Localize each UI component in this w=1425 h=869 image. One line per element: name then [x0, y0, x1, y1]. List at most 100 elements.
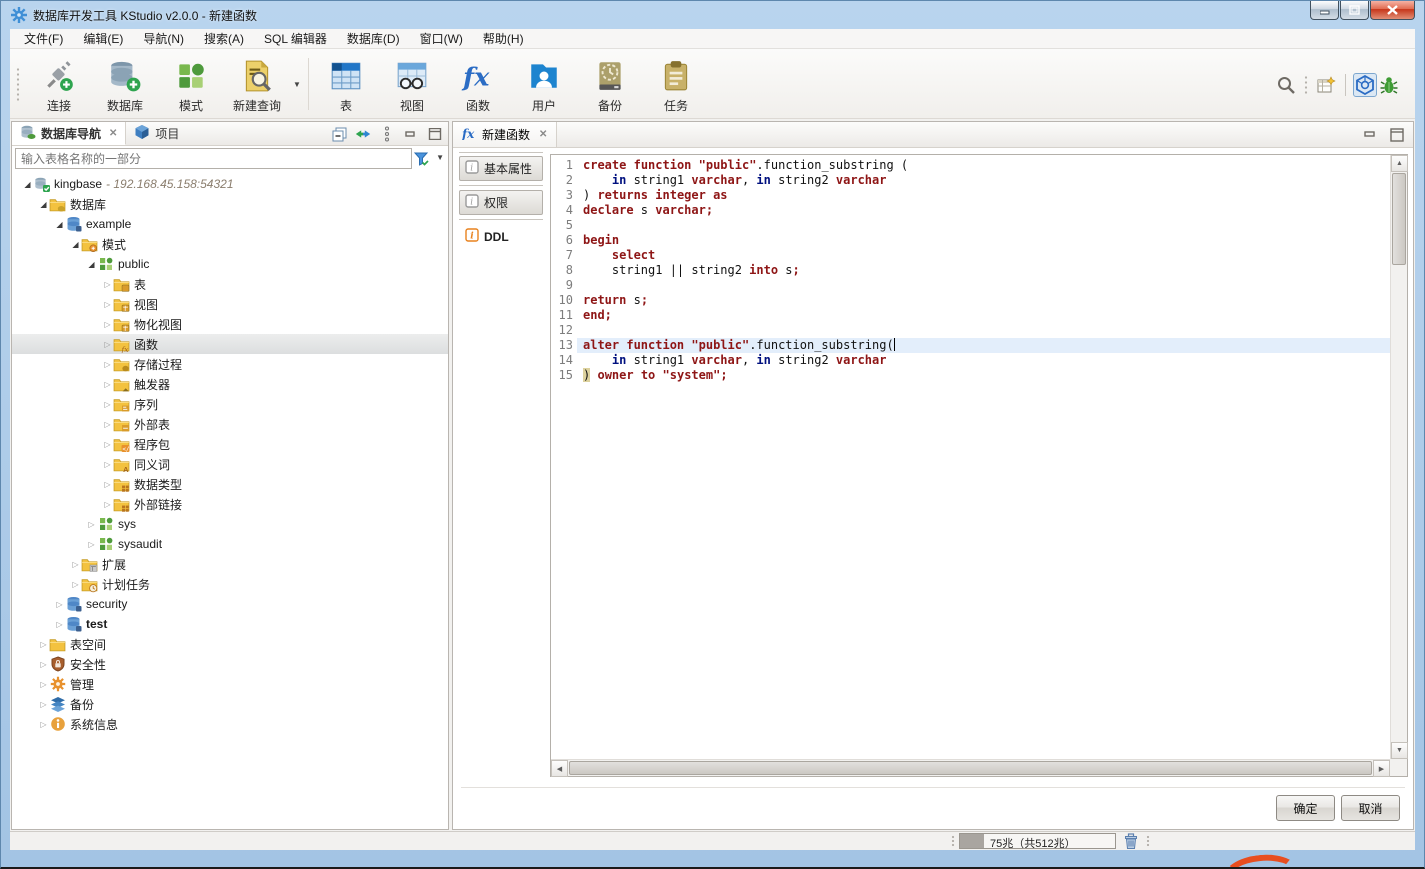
- collapse-arrow-icon[interactable]: ◢: [54, 220, 65, 229]
- code-line-10[interactable]: 10 return s;: [551, 293, 1390, 308]
- menu-6[interactable]: 数据库(D): [337, 27, 410, 50]
- code-line-2[interactable]: 2 in string1 varchar, in string2 varchar: [551, 173, 1390, 188]
- status-drag-handle[interactable]: [951, 835, 955, 848]
- tab-close-icon[interactable]: ✕: [109, 128, 117, 139]
- scroll-up-icon[interactable]: ▲: [1391, 155, 1408, 172]
- tree-item-sysaudit[interactable]: ▷ sysaudit: [12, 534, 448, 554]
- props-button-privileges[interactable]: i 权限: [459, 190, 543, 215]
- tree-item-security[interactable]: ▷ security: [12, 594, 448, 614]
- toolbar-table-button[interactable]: 表: [313, 53, 379, 115]
- menu-7[interactable]: 窗口(W): [410, 27, 473, 50]
- collapse-all-icon[interactable]: [330, 125, 348, 143]
- scroll-right-icon[interactable]: ▶: [1373, 760, 1390, 777]
- maximize-icon[interactable]: [426, 125, 444, 143]
- menu-8[interactable]: 帮助(H): [473, 27, 534, 50]
- filter-funnel-icon[interactable]: [413, 150, 430, 167]
- collapse-arrow-icon[interactable]: ◢: [22, 180, 33, 189]
- scroll-left-icon[interactable]: ◀: [551, 760, 568, 777]
- close-button[interactable]: [1370, 1, 1415, 20]
- tab-new-function[interactable]: fx 新建函数 ✕: [453, 122, 558, 147]
- code-line-12[interactable]: 12: [551, 323, 1390, 338]
- tree-item-kingbase[interactable]: ◢ kingbase - 192.168.45.158:54321: [12, 174, 448, 194]
- tree-item-序列[interactable]: ▷ 序列: [12, 394, 448, 414]
- expand-arrow-icon[interactable]: ▷: [102, 340, 113, 349]
- props-button-ddl[interactable]: i DDL: [459, 224, 543, 249]
- open-perspective-icon[interactable]: [1314, 73, 1338, 97]
- toolbar-backup-button[interactable]: 备份: [577, 53, 643, 115]
- tree-item-表空间[interactable]: ▷ 表空间: [12, 634, 448, 654]
- code-line-7[interactable]: 7 select: [551, 248, 1390, 263]
- menu-2[interactable]: 编辑(E): [73, 27, 133, 50]
- titlebar[interactable]: 数据库开发工具 KStudio v2.0.0 - 新建函数: [1, 1, 1424, 29]
- menu-1[interactable]: 文件(F): [14, 27, 73, 50]
- tab-close-icon[interactable]: ✕: [539, 129, 547, 140]
- tree-item-管理[interactable]: ▷ 管理: [12, 674, 448, 694]
- tab-database-navigator[interactable]: 数据库导航 ✕: [12, 122, 127, 145]
- editor-minimize-icon[interactable]: [1363, 128, 1379, 142]
- toolbar-view-button[interactable]: 视图: [379, 53, 445, 115]
- toolbar-function-button[interactable]: fx 函数: [445, 53, 511, 115]
- code-line-5[interactable]: 5: [551, 218, 1390, 233]
- tree-item-外部表[interactable]: ▷ 外部表: [12, 414, 448, 434]
- editor-maximize-icon[interactable]: [1389, 128, 1405, 142]
- expand-arrow-icon[interactable]: ▷: [38, 680, 49, 689]
- expand-arrow-icon[interactable]: ▷: [38, 640, 49, 649]
- minimize-icon[interactable]: [402, 125, 420, 143]
- expand-arrow-icon[interactable]: ▷: [70, 560, 81, 569]
- collapse-arrow-icon[interactable]: ◢: [38, 200, 49, 209]
- table-filter-input[interactable]: [15, 148, 412, 169]
- expand-arrow-icon[interactable]: ▷: [86, 540, 97, 549]
- search-icon[interactable]: [1274, 73, 1298, 97]
- code-line-9[interactable]: 9: [551, 278, 1390, 293]
- tree-item-表[interactable]: ▷ 表: [12, 274, 448, 294]
- expand-arrow-icon[interactable]: ▷: [102, 500, 113, 509]
- tree-item-public[interactable]: ◢ public: [12, 254, 448, 274]
- sql-editor[interactable]: 1 create function "public".function_subst…: [550, 154, 1408, 777]
- vscroll-thumb[interactable]: [1392, 173, 1406, 265]
- code-line-11[interactable]: 11 end;: [551, 308, 1390, 323]
- tree-item-sys[interactable]: ▷ sys: [12, 514, 448, 534]
- expand-arrow-icon[interactable]: ▷: [102, 440, 113, 449]
- tree-item-数据类型[interactable]: ▷ 数据类型: [12, 474, 448, 494]
- code-line-6[interactable]: 6 begin: [551, 233, 1390, 248]
- link-editor-icon[interactable]: [354, 125, 372, 143]
- garbage-collect-icon[interactable]: [1123, 833, 1141, 850]
- tree-item-安全性[interactable]: ▷ 安全性: [12, 654, 448, 674]
- tree-item-数据库[interactable]: ◢ 数据库: [12, 194, 448, 214]
- collapse-arrow-icon[interactable]: ◢: [86, 260, 97, 269]
- toolbar-task-button[interactable]: 任务: [643, 53, 709, 115]
- expand-arrow-icon[interactable]: ▷: [102, 480, 113, 489]
- expand-arrow-icon[interactable]: ▷: [102, 320, 113, 329]
- tree-item-模式[interactable]: ◢ 模式: [12, 234, 448, 254]
- ok-button[interactable]: 确定: [1276, 795, 1335, 821]
- tree-item-函数[interactable]: ▷ fx 函数: [12, 334, 448, 354]
- tree-item-外部链接[interactable]: ▷ 外部链接: [12, 494, 448, 514]
- expand-arrow-icon[interactable]: ▷: [38, 700, 49, 709]
- toolbar-schema-button[interactable]: 模式: [158, 53, 224, 115]
- tree-item-程序包[interactable]: ▷ </> 程序包: [12, 434, 448, 454]
- hscroll-thumb[interactable]: [569, 761, 1372, 775]
- code-line-1[interactable]: 1 create function "public".function_subst…: [551, 158, 1390, 173]
- code-line-14[interactable]: 14 in string1 varchar, in string2 varcha…: [551, 353, 1390, 368]
- vertical-scrollbar[interactable]: ▲ ▼: [1390, 155, 1408, 759]
- expand-arrow-icon[interactable]: ▷: [102, 280, 113, 289]
- toolbar-drag-handle[interactable]: [16, 67, 20, 101]
- restore-button[interactable]: [1340, 1, 1369, 20]
- tree-item-同义词[interactable]: ▷ A 同义词: [12, 454, 448, 474]
- tree-item-扩展[interactable]: ▷ 扩展: [12, 554, 448, 574]
- code-line-13[interactable]: 13 alter function "public".function_subst…: [551, 338, 1390, 353]
- view-menu-icon[interactable]: [378, 125, 396, 143]
- code-line-4[interactable]: 4 declare s varchar;: [551, 203, 1390, 218]
- status-drag-handle-2[interactable]: [1146, 835, 1150, 848]
- scroll-down-icon[interactable]: ▼: [1391, 742, 1408, 759]
- tree-item-存储过程[interactable]: ▷ 存储过程: [12, 354, 448, 374]
- tree-item-物化视图[interactable]: ▷ 物化视图: [12, 314, 448, 334]
- sql-code-area[interactable]: 1 create function "public".function_subst…: [551, 155, 1390, 759]
- tree-item-计划任务[interactable]: ▷ 计划任务: [12, 574, 448, 594]
- expand-arrow-icon[interactable]: ▷: [102, 460, 113, 469]
- collapse-arrow-icon[interactable]: ◢: [70, 240, 81, 249]
- menu-5[interactable]: SQL 编辑器: [254, 27, 337, 50]
- filter-dropdown-icon[interactable]: ▼: [436, 153, 444, 162]
- expand-arrow-icon[interactable]: ▷: [54, 620, 65, 629]
- expand-arrow-icon[interactable]: ▷: [70, 580, 81, 589]
